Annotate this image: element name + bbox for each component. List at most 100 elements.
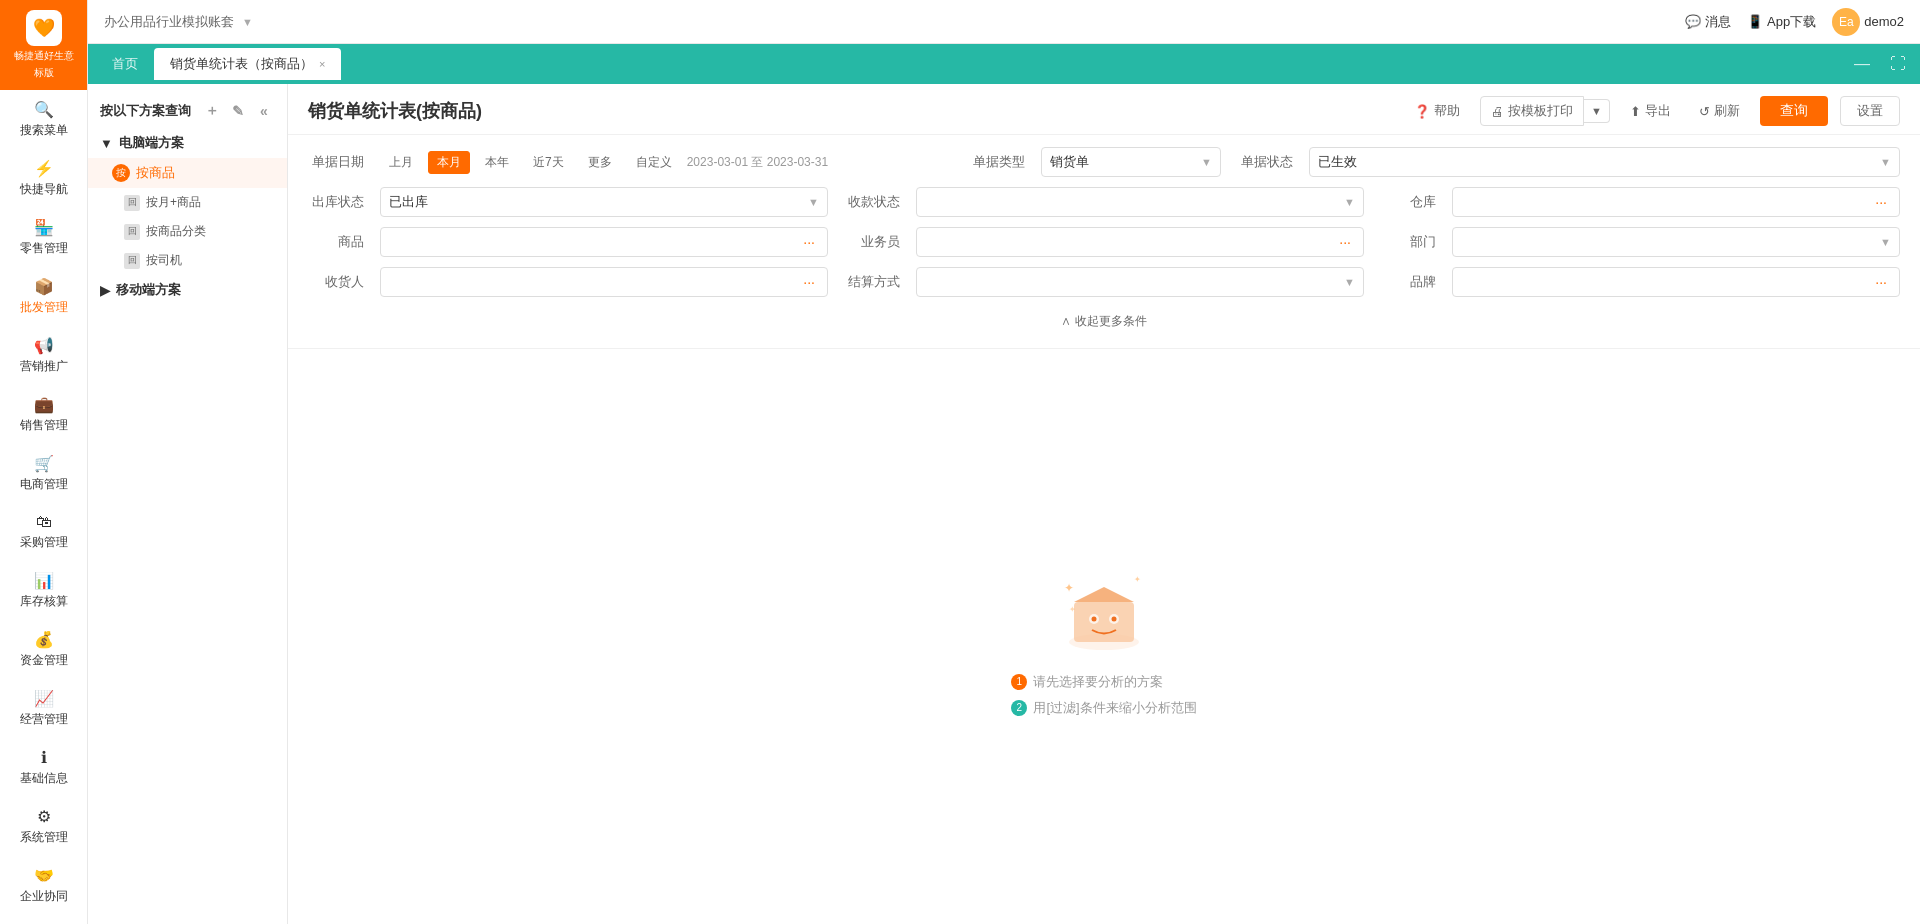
filter-row-4: 收货人 ··· 结算方式 ▼ 品牌 ···	[308, 267, 1900, 297]
tree-item-by-month-goods-label: 按月+商品	[146, 194, 201, 211]
messages-btn[interactable]: 💬 消息	[1685, 13, 1731, 31]
print-btn-group: 🖨 按模板打印 ▼	[1480, 96, 1610, 126]
doc-type-select[interactable]: 销货单 ▼	[1041, 147, 1221, 177]
sidebar-item-inventory[interactable]: 📊 库存核算	[0, 561, 87, 620]
last-7days-btn[interactable]: 近7天	[524, 151, 573, 174]
last-month-btn[interactable]: 上月	[380, 151, 422, 174]
settlement-select[interactable]: ▼	[916, 267, 1364, 297]
payment-select[interactable]: ▼	[916, 187, 1364, 217]
delivery-value: 已出库	[389, 193, 428, 211]
wholesale-icon: 📦	[34, 277, 54, 296]
tree-item-by-goods[interactable]: 按 按商品	[88, 158, 287, 188]
tree-item-by-category[interactable]: 回 按商品分类	[88, 217, 287, 246]
quicknav-icon: ⚡	[34, 159, 54, 178]
tree-group-desktop[interactable]: ▼ 电脑端方案	[88, 128, 287, 158]
brand-input[interactable]: ···	[1452, 267, 1900, 297]
sidebar-item-wholesale[interactable]: 📦 批发管理	[0, 267, 87, 326]
collapse-filter-btn[interactable]: ∧ 收起更多条件	[308, 307, 1900, 336]
refresh-icon: ↺	[1699, 104, 1710, 119]
chevron-down-icon-status: ▼	[1880, 156, 1891, 168]
sidebar-item-basic[interactable]: ℹ 基础信息	[0, 738, 87, 797]
collab-icon: 🤝	[34, 866, 54, 885]
query-btn[interactable]: 查询	[1760, 96, 1828, 126]
help-btn[interactable]: ❓ 帮助	[1406, 98, 1468, 124]
avatar: Ea	[1832, 8, 1860, 36]
sidebar-item-business[interactable]: 📈 经营管理	[0, 679, 87, 738]
minimize-icon[interactable]: —	[1848, 50, 1876, 78]
goods-input[interactable]: ···	[380, 227, 828, 257]
refresh-btn[interactable]: ↺ 刷新	[1691, 98, 1748, 124]
department-select[interactable]: ▼	[1452, 227, 1900, 257]
salesperson-input[interactable]: ···	[916, 227, 1364, 257]
close-icon[interactable]: ×	[319, 58, 325, 70]
tree-group-mobile[interactable]: ▶ 移动端方案	[88, 275, 287, 305]
sidebar-item-marketing[interactable]: 📢 营销推广	[0, 326, 87, 385]
tab-home-label: 首页	[112, 55, 138, 73]
sidebar-item-sales[interactable]: 💼 销售管理	[0, 385, 87, 444]
brand-select-icon[interactable]: ···	[1871, 274, 1891, 290]
download-icon: 📱	[1747, 14, 1763, 29]
left-panel-title: 按以下方案查询	[100, 102, 191, 120]
export-btn[interactable]: ⬆ 导出	[1622, 98, 1679, 124]
settlement-label: 结算方式	[844, 273, 900, 291]
doc-status-select[interactable]: 已生效 ▼	[1309, 147, 1900, 177]
salesperson-label: 业务员	[844, 233, 900, 251]
sidebar-item-retail[interactable]: 🏪 零售管理	[0, 208, 87, 267]
basic-icon: ℹ	[41, 748, 47, 767]
custom-btn[interactable]: 自定义	[627, 151, 681, 174]
print-arrow-btn[interactable]: ▼	[1584, 99, 1610, 123]
sidebar-item-purchase[interactable]: 🛍 采购管理	[0, 503, 87, 561]
empty-illustration: ✦ ✦ ✦	[1054, 557, 1154, 657]
tree-item-by-driver[interactable]: 回 按司机	[88, 246, 287, 275]
svg-point-5	[1092, 616, 1097, 621]
this-month-btn[interactable]: 本月	[428, 151, 470, 174]
sidebar-item-finance-label: 资金管理	[20, 652, 68, 669]
search-icon: 🔍	[34, 100, 54, 119]
sidebar-item-ecommerce[interactable]: 🛒 电商管理	[0, 444, 87, 503]
salesperson-select-icon[interactable]: ···	[1335, 234, 1355, 250]
more-btn[interactable]: 更多	[579, 151, 621, 174]
tab-home[interactable]: 首页	[96, 48, 154, 80]
add-scheme-btn[interactable]: ＋	[201, 100, 223, 122]
warehouse-label: 仓库	[1380, 193, 1436, 211]
tab-sales-stats[interactable]: 销货单统计表（按商品） ×	[154, 48, 341, 80]
scheme-icon-1: 回	[124, 195, 140, 211]
maximize-icon[interactable]: ⛶	[1884, 50, 1912, 78]
sidebar-item-wholesale-label: 批发管理	[20, 299, 68, 316]
sidebar-item-collab[interactable]: 🤝 企业协同	[0, 856, 87, 915]
export-label: 导出	[1645, 102, 1671, 120]
chevron-down-icon-doctype: ▼	[1201, 156, 1212, 168]
doc-status-value: 已生效	[1318, 153, 1357, 171]
sidebar-item-basic-label: 基础信息	[20, 770, 68, 787]
industry-dropdown[interactable]: ▼	[242, 16, 253, 28]
empty-svg: ✦ ✦ ✦	[1054, 557, 1154, 657]
this-year-btn[interactable]: 本年	[476, 151, 518, 174]
settings-btn[interactable]: 设置	[1840, 96, 1900, 126]
sidebar-item-guide[interactable]: 🎯 新手引导	[0, 915, 87, 924]
edit-scheme-btn[interactable]: ✎	[227, 100, 249, 122]
industry-label: 办公用品行业模拟账套	[104, 13, 234, 31]
app-download-btn[interactable]: 📱 App下载	[1747, 13, 1816, 31]
collapse-panel-btn[interactable]: «	[253, 100, 275, 122]
sidebar-item-quicknav[interactable]: ⚡ 快捷导航	[0, 149, 87, 208]
warehouse-input[interactable]: ···	[1452, 187, 1900, 217]
sidebar-item-finance[interactable]: 💰 资金管理	[0, 620, 87, 679]
tip-text-1: 请先选择要分析的方案	[1033, 673, 1163, 691]
tip-text-2: 用[过滤]条件来缩小分析范围	[1033, 699, 1196, 717]
sidebar-item-search[interactable]: 🔍 搜索菜单	[0, 90, 87, 149]
goods-select-icon[interactable]: ···	[799, 234, 819, 250]
sidebar-item-system[interactable]: ⚙ 系统管理	[0, 797, 87, 856]
warehouse-select-icon[interactable]: ···	[1871, 194, 1891, 210]
receiver-input[interactable]: ···	[380, 267, 828, 297]
tip-item-1: 1 请先选择要分析的方案	[1011, 673, 1196, 691]
user-profile[interactable]: Ea demo2	[1832, 8, 1904, 36]
tree-item-by-month-goods[interactable]: 回 按月+商品	[88, 188, 287, 217]
filter-area: 单据日期 上月 本月 本年 近7天 更多 自定义 2023-03-01 至 20…	[288, 135, 1920, 349]
delivery-label: 出库状态	[308, 193, 364, 211]
print-label: 按模板打印	[1508, 102, 1573, 120]
logo-subtitle: 标版	[34, 66, 54, 80]
receiver-select-icon[interactable]: ···	[799, 274, 819, 290]
filter-row-2: 出库状态 已出库 ▼ 收款状态 ▼ 仓库 ···	[308, 187, 1900, 217]
delivery-select[interactable]: 已出库 ▼	[380, 187, 828, 217]
print-btn[interactable]: 🖨 按模板打印	[1480, 96, 1584, 126]
